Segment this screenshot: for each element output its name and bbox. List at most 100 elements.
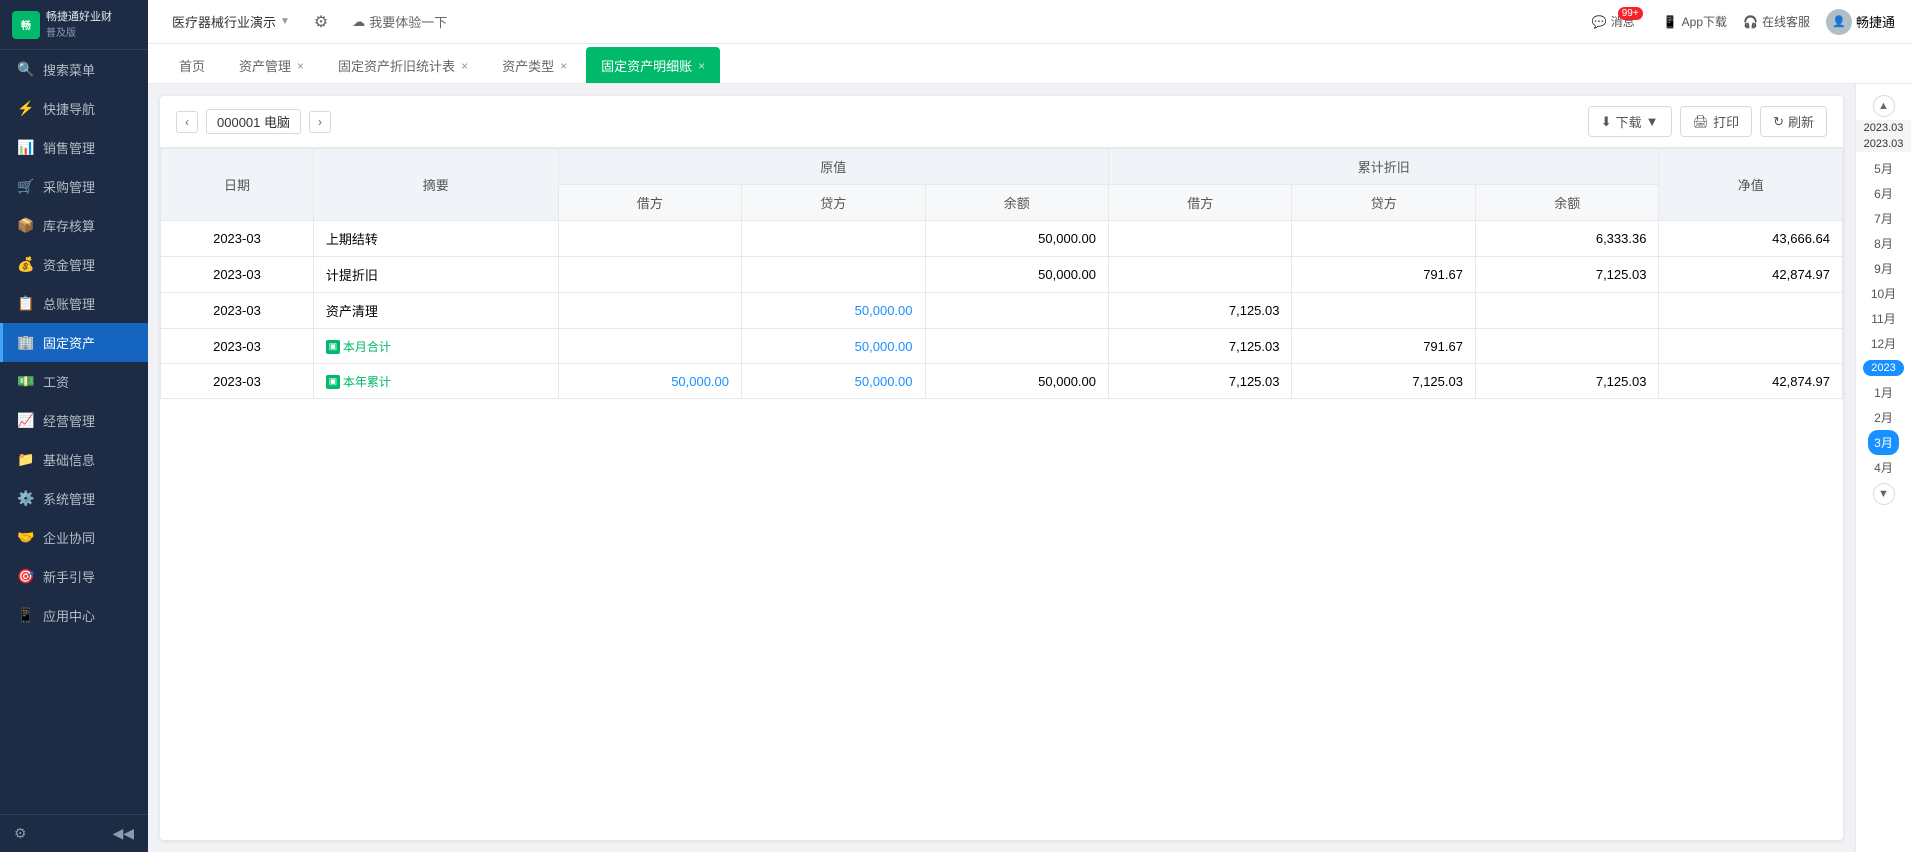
download-icon: ⬇: [1601, 114, 1612, 130]
sidebar-icon-base-info: 📁: [17, 451, 35, 469]
sidebar-item-operations[interactable]: 📈 经营管理: [0, 401, 148, 440]
cell-orig-debit-4: 50,000.00: [558, 364, 741, 399]
sidebar-item-ledger[interactable]: 📋 总账管理: [0, 284, 148, 323]
sidebar: 畅 畅捷通好业财 普及版 🔍 搜索菜单 ⚡ 快捷导航 📊 销售管理 🛒 采购管理…: [0, 0, 148, 852]
cell-net-value-2: [1659, 293, 1843, 329]
collapse-icon[interactable]: ◀◀: [112, 825, 134, 842]
tab-home[interactable]: 首页: [164, 47, 220, 83]
headset-icon: 🎧: [1743, 15, 1758, 29]
cell-accum-credit-1: 791.67: [1292, 257, 1475, 293]
experience-btn[interactable]: ☁ 我要体验一下: [344, 8, 455, 35]
tab-close-depreciation-table[interactable]: ×: [461, 59, 468, 73]
table-row: 2023-03 上期结转 50,000.00 6,333.36 43,666.6…: [161, 221, 1843, 257]
cell-date-0: 2023-03: [161, 221, 314, 257]
sidebar-item-guide[interactable]: 🎯 新手引导: [0, 557, 148, 596]
print-btn[interactable]: 🖨 打印: [1680, 106, 1753, 137]
cell-accum-debit-4: 7,125.03: [1109, 364, 1292, 399]
data-table-wrapper: 日期 摘要 原值 累计折旧 净值 借方 贷方 余额 借方 贷方 余额: [160, 148, 1843, 840]
cell-accum-debit-1: [1109, 257, 1292, 293]
tab-label-depreciation-table: 固定资产折旧统计表: [338, 56, 455, 75]
tab-label-home: 首页: [179, 56, 205, 75]
sidebar-item-fixed-assets[interactable]: 🏢 固定资产: [0, 323, 148, 362]
sidebar-item-search[interactable]: 🔍 搜索菜单: [0, 50, 148, 89]
col-orig-debit-header: 借方: [558, 185, 741, 221]
refresh-label: 刷新: [1788, 112, 1814, 131]
timeline-month-2023[interactable]: 3月: [1868, 430, 1899, 455]
col-summary-header: 摘要: [313, 149, 558, 221]
company-selector[interactable]: 医疗器械行业演示 ▼: [164, 8, 298, 35]
sidebar-icon-enterprise: 🤝: [17, 529, 35, 547]
sidebar-icon-ledger: 📋: [17, 295, 35, 313]
sidebar-label-enterprise: 企业协同: [43, 528, 95, 547]
timeline-month-before[interactable]: 12月: [1865, 331, 1902, 356]
sidebar-item-inventory[interactable]: 📦 库存核算: [0, 206, 148, 245]
sidebar-item-funds[interactable]: 💰 资金管理: [0, 245, 148, 284]
sidebar-icon-fixed-assets: 🏢: [17, 334, 35, 352]
timeline-month-2023[interactable]: 2月: [1868, 405, 1899, 430]
cell-accum-credit-0: [1292, 221, 1475, 257]
badge-3: ▣本月合计: [326, 338, 391, 355]
sidebar-item-quick-nav[interactable]: ⚡ 快捷导航: [0, 89, 148, 128]
timeline-down-btn[interactable]: ▼: [1873, 483, 1895, 505]
timeline-month-2023[interactable]: 1月: [1868, 380, 1899, 405]
sidebar-icon-quick-nav: ⚡: [17, 100, 35, 118]
timeline-up-btn[interactable]: ▲: [1873, 95, 1895, 117]
prev-record-btn[interactable]: ‹: [176, 111, 198, 133]
tab-depreciation-table[interactable]: 固定资产折旧统计表 ×: [323, 47, 483, 83]
next-record-btn[interactable]: ›: [309, 111, 331, 133]
sidebar-item-system[interactable]: ⚙️ 系统管理: [0, 479, 148, 518]
settings-icon[interactable]: ⚙: [14, 825, 27, 842]
cell-orig-debit-2: [558, 293, 741, 329]
sidebar-item-base-info[interactable]: 📁 基础信息: [0, 440, 148, 479]
cell-accum-debit-2: 7,125.03: [1109, 293, 1292, 329]
timeline-year-badge[interactable]: 2023: [1863, 360, 1903, 376]
tab-asset-type[interactable]: 资产类型×: [487, 47, 582, 83]
cell-orig-debit-3: [558, 329, 741, 364]
sidebar-icon-system: ⚙️: [17, 490, 35, 508]
tab-close-asset-type[interactable]: ×: [560, 59, 567, 73]
timeline-month-2023[interactable]: 4月: [1868, 455, 1899, 480]
cell-orig-debit-0: [558, 221, 741, 257]
tab-label-asset-mgmt: 资产管理: [239, 56, 291, 75]
cell-orig-balance-0: 50,000.00: [925, 221, 1108, 257]
timeline-month-before[interactable]: 10月: [1865, 281, 1902, 306]
tab-asset-ledger[interactable]: 固定资产明细账 ×: [586, 47, 720, 83]
data-table: 日期 摘要 原值 累计折旧 净值 借方 贷方 余额 借方 贷方 余额: [160, 148, 1843, 399]
sidebar-icon-payroll: 💵: [17, 373, 35, 391]
col-original-value-header: 原值: [558, 149, 1108, 185]
cell-net-value-3: [1659, 329, 1843, 364]
cell-orig-balance-1: 50,000.00: [925, 257, 1108, 293]
sidebar-item-enterprise[interactable]: 🤝 企业协同: [0, 518, 148, 557]
sidebar-item-app-center[interactable]: 📱 应用中心: [0, 596, 148, 635]
timeline-month-before[interactable]: 8月: [1865, 231, 1902, 256]
col-date-header: 日期: [161, 149, 314, 221]
sidebar-item-payroll[interactable]: 💵 工资: [0, 362, 148, 401]
timeline-month-before[interactable]: 7月: [1865, 206, 1902, 231]
sidebar-item-sales[interactable]: 📊 销售管理: [0, 128, 148, 167]
settings-gear-icon[interactable]: ⚙: [306, 8, 336, 36]
cell-orig-debit-1: [558, 257, 741, 293]
sidebar-icon-operations: 📈: [17, 412, 35, 430]
tab-asset-mgmt[interactable]: 资产管理 ×: [224, 47, 319, 83]
sidebar-item-purchase[interactable]: 🛒 采购管理: [0, 167, 148, 206]
message-btn[interactable]: 💬 消息 99+: [1592, 13, 1635, 30]
user-menu[interactable]: 👤 畅捷通: [1826, 9, 1895, 35]
timeline-month-before[interactable]: 5月: [1865, 156, 1902, 181]
timeline-month-before[interactable]: 11月: [1865, 306, 1902, 331]
sidebar-label-search: 搜索菜单: [43, 60, 95, 79]
sidebar-icon-app-center: 📱: [17, 607, 35, 625]
username: 畅捷通: [1856, 12, 1895, 31]
timeline-month-before[interactable]: 9月: [1865, 256, 1902, 281]
app-download-btn[interactable]: 📱 App下载: [1663, 13, 1727, 30]
tab-close-asset-mgmt[interactable]: ×: [297, 59, 304, 73]
customer-service-btn[interactable]: 🎧 在线客服: [1743, 13, 1810, 30]
tab-label-asset-ledger: 固定资产明细账: [601, 56, 692, 75]
cell-net-value-4: 42,874.97: [1659, 364, 1843, 399]
timeline-month-before[interactable]: 6月: [1865, 181, 1902, 206]
dropdown-icon: ▼: [280, 16, 290, 27]
cell-accum-balance-2: [1475, 293, 1658, 329]
tab-close-asset-ledger[interactable]: ×: [698, 59, 705, 73]
download-btn[interactable]: ⬇ 下载 ▼: [1588, 106, 1672, 137]
sidebar-label-inventory: 库存核算: [43, 216, 95, 235]
refresh-btn[interactable]: ↻ 刷新: [1760, 106, 1827, 137]
